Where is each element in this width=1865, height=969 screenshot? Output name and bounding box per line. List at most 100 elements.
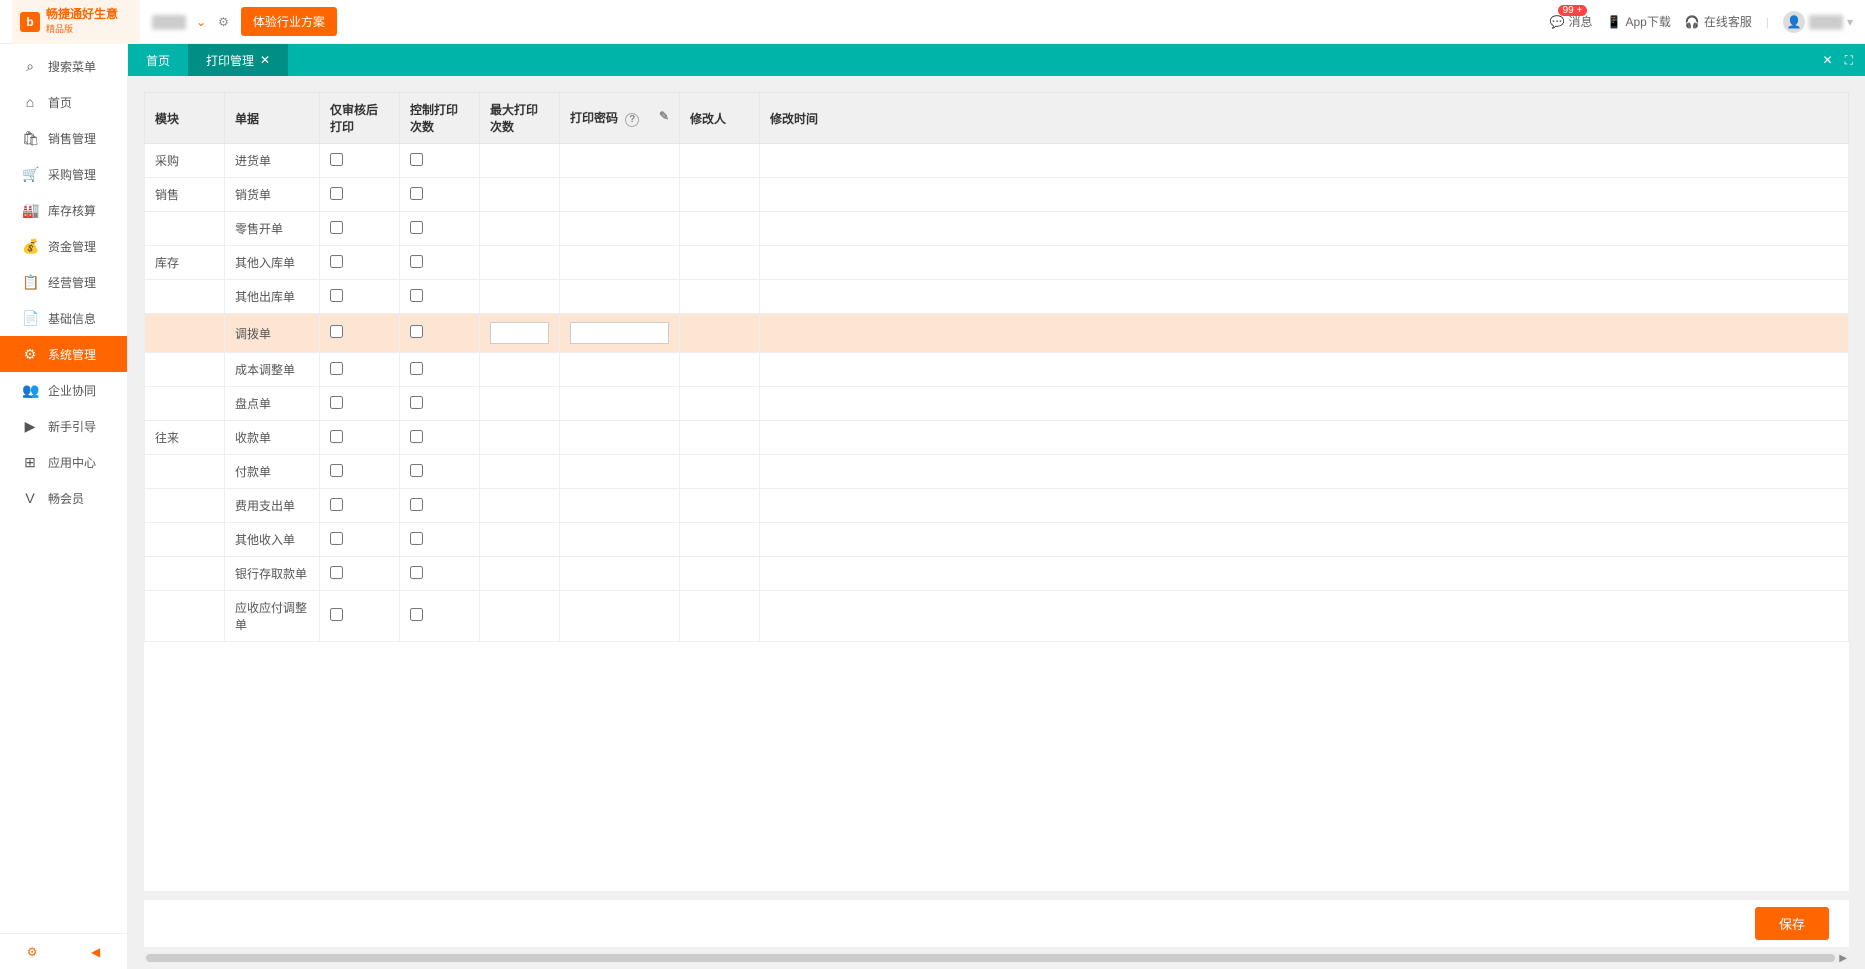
audit-checkbox[interactable]: [330, 566, 343, 579]
cell-modifier: [680, 178, 760, 212]
sidebar-item-8[interactable]: ⚙系统管理: [0, 336, 127, 372]
cell-limit: [400, 353, 480, 387]
audit-checkbox[interactable]: [330, 187, 343, 200]
table-row: 零售开单: [145, 212, 1849, 246]
sidebar-item-6[interactable]: 📋经营管理: [0, 264, 127, 300]
messages-link[interactable]: 💬 99 + 消息: [1550, 13, 1593, 30]
cell-limit: [400, 387, 480, 421]
save-button[interactable]: 保存: [1755, 907, 1829, 940]
audit-checkbox[interactable]: [330, 608, 343, 621]
fullscreen-icon[interactable]: ⛶: [1845, 53, 1853, 68]
cell-time: [760, 523, 1849, 557]
audit-checkbox[interactable]: [330, 430, 343, 443]
cell-limit: [400, 314, 480, 353]
limit-checkbox[interactable]: [410, 221, 423, 234]
audit-checkbox[interactable]: [330, 396, 343, 409]
audit-checkbox[interactable]: [330, 221, 343, 234]
logo: b 畅捷通好生意 精品版: [12, 0, 140, 44]
cell-max: [480, 557, 560, 591]
tab-1[interactable]: 打印管理✕: [188, 44, 288, 76]
cell-modifier: [680, 212, 760, 246]
cell-audit: [320, 455, 400, 489]
password-input[interactable]: [570, 322, 669, 344]
limit-checkbox[interactable]: [410, 362, 423, 375]
cell-limit: [400, 280, 480, 314]
cell-pwd: [560, 144, 680, 178]
horizontal-scrollbar[interactable]: ▶: [144, 953, 1849, 963]
close-all-icon[interactable]: ✕: [1823, 53, 1833, 67]
print-settings-panel: 模块 单据 仅审核后打印 控制打印次数 最大打印次数 打印密码 ? ✎: [144, 92, 1849, 891]
cell-limit: [400, 246, 480, 280]
cell-time: [760, 314, 1849, 353]
limit-checkbox[interactable]: [410, 325, 423, 338]
cell-audit: [320, 212, 400, 246]
cell-max: [480, 523, 560, 557]
sidebar-label: 采购管理: [48, 166, 96, 183]
collapse-icon[interactable]: ◀: [91, 945, 100, 959]
sidebar-item-4[interactable]: 🏭库存核算: [0, 192, 127, 228]
th-password: 打印密码 ? ✎: [560, 93, 680, 144]
sidebar-item-10[interactable]: ▶新手引导: [0, 408, 127, 444]
chat-icon: 💬: [1550, 15, 1565, 29]
app-download-link[interactable]: 📱 App下载: [1607, 13, 1671, 30]
cell-pwd: [560, 178, 680, 212]
max-count-input[interactable]: [490, 322, 549, 344]
limit-checkbox[interactable]: [410, 153, 423, 166]
audit-checkbox[interactable]: [330, 289, 343, 302]
audit-checkbox[interactable]: [330, 362, 343, 375]
cell-limit: [400, 144, 480, 178]
cell-audit: [320, 421, 400, 455]
limit-checkbox[interactable]: [410, 187, 423, 200]
sidebar-item-1[interactable]: ⌂首页: [0, 84, 127, 120]
sidebar-item-0[interactable]: ⌕搜索菜单: [0, 48, 127, 84]
limit-checkbox[interactable]: [410, 532, 423, 545]
limit-checkbox[interactable]: [410, 608, 423, 621]
sidebar-item-7[interactable]: 📄基础信息: [0, 300, 127, 336]
help-icon[interactable]: ?: [625, 113, 639, 127]
limit-checkbox[interactable]: [410, 498, 423, 511]
limit-checkbox[interactable]: [410, 289, 423, 302]
user-menu[interactable]: 👤 ████ ▾: [1783, 11, 1853, 33]
table-row: 库存其他入库单: [145, 246, 1849, 280]
support-link[interactable]: 🎧 在线客服: [1685, 13, 1752, 30]
limit-checkbox[interactable]: [410, 430, 423, 443]
sidebar-label: 畅会员: [48, 490, 84, 507]
scroll-right-icon[interactable]: ▶: [1839, 953, 1847, 964]
edit-icon[interactable]: ✎: [659, 109, 669, 123]
table-row: 费用支出单: [145, 489, 1849, 523]
table-row: 往来收款单: [145, 421, 1849, 455]
cell-max: [480, 280, 560, 314]
sidebar-item-2[interactable]: 🛍销售管理: [0, 120, 127, 156]
settings-icon[interactable]: ⚙: [218, 15, 229, 29]
limit-checkbox[interactable]: [410, 396, 423, 409]
try-industry-button[interactable]: 体验行业方案: [241, 7, 337, 36]
cell-pwd: [560, 280, 680, 314]
cell-max: [480, 144, 560, 178]
sidebar-item-9[interactable]: 👥企业协同: [0, 372, 127, 408]
limit-checkbox[interactable]: [410, 566, 423, 579]
cell-module: [145, 314, 225, 353]
audit-checkbox[interactable]: [330, 325, 343, 338]
sidebar-label: 基础信息: [48, 310, 96, 327]
tab-0[interactable]: 首页: [128, 44, 188, 76]
limit-checkbox[interactable]: [410, 464, 423, 477]
sidebar-item-12[interactable]: V畅会员: [0, 480, 127, 516]
sidebar-item-3[interactable]: 🛒采购管理: [0, 156, 127, 192]
limit-checkbox[interactable]: [410, 255, 423, 268]
tenant-selector[interactable]: ████ ⌄: [152, 15, 206, 29]
tab-close-icon[interactable]: ✕: [260, 53, 270, 67]
cell-pwd: [560, 314, 680, 353]
scrollbar-thumb[interactable]: [146, 954, 1835, 962]
audit-checkbox[interactable]: [330, 532, 343, 545]
audit-checkbox[interactable]: [330, 255, 343, 268]
audit-checkbox[interactable]: [330, 498, 343, 511]
gear-icon[interactable]: ⚙: [27, 945, 38, 959]
cell-audit: [320, 489, 400, 523]
cell-modifier: [680, 421, 760, 455]
audit-checkbox[interactable]: [330, 464, 343, 477]
cell-doc: 调拨单: [225, 314, 320, 353]
audit-checkbox[interactable]: [330, 153, 343, 166]
cell-max: [480, 591, 560, 642]
sidebar-item-11[interactable]: ⊞应用中心: [0, 444, 127, 480]
sidebar-item-5[interactable]: 💰资金管理: [0, 228, 127, 264]
